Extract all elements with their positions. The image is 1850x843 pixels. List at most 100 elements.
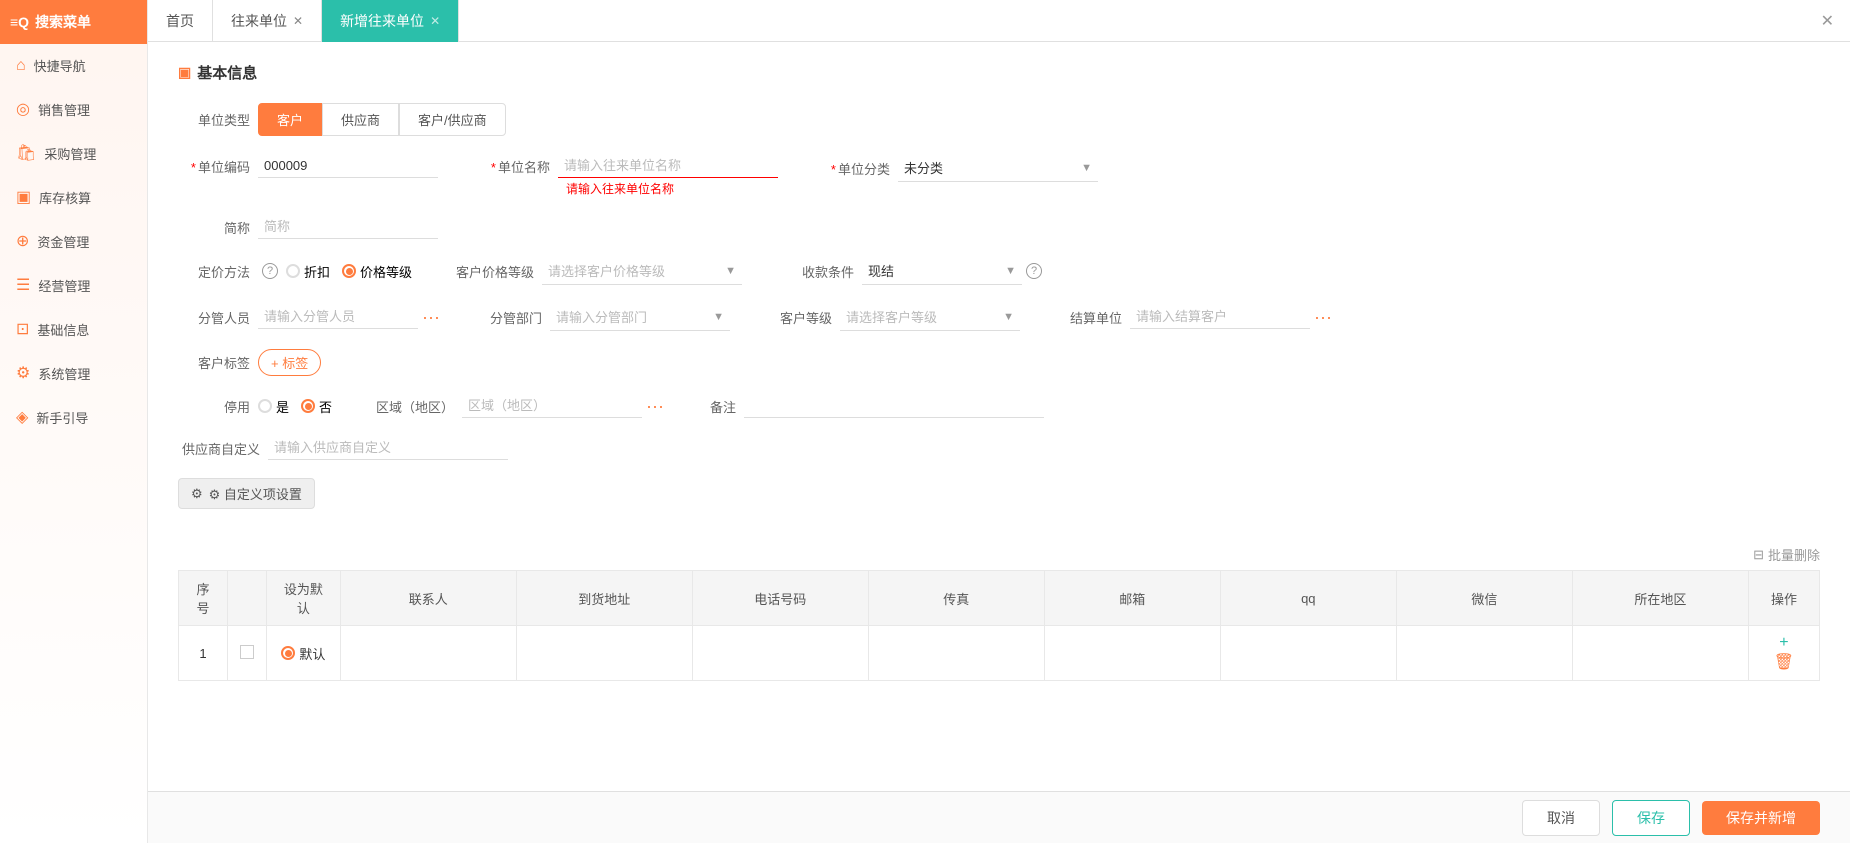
dropdown-arrow-icon2: ▼: [725, 265, 736, 277]
unit-type-row: 单位类型 客户 供应商 客户/供应商: [178, 103, 1820, 136]
pricing-radio-group: 折扣 价格等级: [286, 262, 412, 281]
disabled-no-radio[interactable]: [301, 399, 315, 413]
sidebar-search-label: 搜索菜单: [35, 12, 91, 32]
sidebar-item-label: 采购管理: [44, 144, 96, 163]
row-address: [516, 626, 692, 681]
section-icon: ▣: [178, 64, 191, 81]
supplier-custom-input[interactable]: [268, 436, 508, 460]
sidebar-item-quick-nav[interactable]: ⌂ 快捷导航: [0, 44, 147, 87]
sidebar-search[interactable]: ≡Q 搜索菜单: [0, 0, 147, 44]
row-wechat-input[interactable]: [1409, 646, 1560, 661]
row-address-input[interactable]: [529, 646, 680, 661]
dropdown-arrow-icon5: ▼: [1003, 311, 1014, 323]
customer-price-level-select[interactable]: 请选择客户价格等级 ▼: [542, 257, 742, 285]
custom-settings-label: ⚙ 自定义项设置: [209, 484, 302, 503]
unit-name-input[interactable]: [558, 154, 778, 178]
disabled-no[interactable]: 否: [301, 397, 332, 416]
row-region-input[interactable]: [1585, 646, 1736, 661]
contact-table-section: ⊟ 批量删除 序号 设为默认 联系人 到货地址 电话号码 传真 邮箱 qq: [178, 545, 1820, 681]
row-contact-input[interactable]: [353, 646, 504, 661]
row-phone-input[interactable]: [705, 646, 856, 661]
pricing-discount[interactable]: 折扣: [286, 262, 330, 281]
unit-category-select[interactable]: 未分类 ▼: [898, 154, 1098, 182]
row-qq-input[interactable]: [1233, 646, 1384, 661]
disabled-yes-radio[interactable]: [258, 399, 272, 413]
sidebar-item-label: 库存核算: [39, 188, 91, 207]
payment-help-icon[interactable]: ?: [1026, 263, 1042, 279]
form-content: ▣ 基本信息 单位类型 客户 供应商 客户/供应商 单位编码 单位名称: [148, 42, 1850, 791]
row-default-radio[interactable]: [281, 646, 295, 660]
dropdown-arrow-icon3: ▼: [1005, 265, 1016, 277]
row-contact: [340, 626, 516, 681]
row-add-button[interactable]: +: [1775, 634, 1792, 652]
unit-type-both[interactable]: 客户/供应商: [399, 103, 506, 136]
settlement-unit-input[interactable]: [1130, 305, 1310, 329]
payment-terms-label: 收款条件: [782, 262, 862, 281]
short-name-input[interactable]: [258, 215, 438, 239]
payment-terms-select[interactable]: 现结 ▼: [862, 257, 1022, 285]
tab-contacts[interactable]: 往来单位 ✕: [213, 0, 322, 42]
region-more-icon[interactable]: ···: [646, 396, 664, 417]
sidebar-item-label: 系统管理: [38, 364, 90, 383]
pricing-help-icon[interactable]: ?: [262, 263, 278, 279]
customer-price-level-placeholder: 请选择客户价格等级: [548, 261, 665, 280]
batch-delete-button[interactable]: ⊟ 批量删除: [1753, 545, 1820, 564]
tab-new-contact[interactable]: 新增往来单位 ✕: [322, 0, 459, 42]
row-checkbox[interactable]: [240, 645, 254, 659]
home-icon: ⌂: [16, 57, 26, 75]
dropdown-arrow-icon4: ▼: [713, 311, 724, 323]
row-delete-button[interactable]: 🗑: [1770, 652, 1798, 672]
manager-input[interactable]: [258, 305, 418, 329]
doc-icon: ☰: [16, 275, 30, 295]
discount-radio[interactable]: [286, 264, 300, 278]
sidebar-item-sales[interactable]: ◎ 销售管理: [0, 87, 147, 131]
sidebar-item-basic-info[interactable]: ⊡ 基础信息: [0, 307, 147, 351]
disabled-yes[interactable]: 是: [258, 397, 289, 416]
close-all-tabs[interactable]: ✕: [1805, 11, 1850, 31]
unit-type-supplier[interactable]: 供应商: [322, 103, 399, 136]
save-new-button[interactable]: 保存并新增: [1702, 801, 1820, 835]
manager-more-icon[interactable]: ···: [422, 307, 440, 328]
customer-level-label: 客户等级: [770, 308, 840, 327]
save-button[interactable]: 保存: [1612, 800, 1690, 836]
table-header-row: 序号 设为默认 联系人 到货地址 电话号码 传真 邮箱 qq 微信 所在地区 操…: [179, 571, 1820, 626]
cancel-button[interactable]: 取消: [1522, 800, 1600, 836]
bag-icon: 🛍: [16, 143, 36, 163]
col-region: 所在地区: [1572, 571, 1748, 626]
unit-info-row: 单位编码 单位名称 请输入往来单位名称 单位分类 未分类 ▼: [178, 154, 1820, 197]
region-input[interactable]: [462, 394, 642, 418]
sidebar-item-guide[interactable]: ◈ 新手引导: [0, 395, 147, 439]
row-checkbox-cell: [228, 626, 267, 681]
manager-label: 分管人员: [178, 308, 258, 327]
dropdown-arrow-icon: ▼: [1081, 162, 1092, 174]
unit-code-label: 单位编码: [178, 157, 258, 176]
short-name-row: 简称: [178, 215, 1820, 239]
row-qq: [1220, 626, 1396, 681]
sidebar-item-label: 经营管理: [38, 276, 90, 295]
tab-new-contact-close[interactable]: ✕: [430, 14, 440, 28]
sidebar-item-operations[interactable]: ☰ 经营管理: [0, 263, 147, 307]
settings-icon: ⚙: [191, 486, 203, 502]
sidebar-item-purchase[interactable]: 🛍 采购管理: [0, 131, 147, 175]
col-address: 到货地址: [516, 571, 692, 626]
customer-level-select[interactable]: 请选择客户等级 ▼: [840, 303, 1020, 331]
pricing-price-level[interactable]: 价格等级: [342, 262, 412, 281]
row-email-input[interactable]: [1057, 646, 1208, 661]
sidebar-item-inventory[interactable]: ▣ 库存核算: [0, 175, 147, 219]
department-placeholder: 请输入分管部门: [556, 307, 647, 326]
sidebar-item-finance[interactable]: ⊕ 资金管理: [0, 219, 147, 263]
tab-contacts-close[interactable]: ✕: [293, 14, 303, 28]
department-select[interactable]: 请输入分管部门 ▼: [550, 303, 730, 331]
tab-home[interactable]: 首页: [148, 0, 213, 42]
supplier-custom-row: 供应商自定义: [178, 436, 1820, 460]
remarks-input[interactable]: [744, 394, 1044, 418]
unit-type-customer[interactable]: 客户: [258, 103, 322, 136]
sidebar-item-system[interactable]: ⚙ 系统管理: [0, 351, 147, 395]
settlement-more-icon[interactable]: ···: [1314, 307, 1332, 328]
unit-code-input[interactable]: [258, 154, 438, 178]
custom-settings-button[interactable]: ⚙ ⚙ 自定义项设置: [178, 478, 315, 509]
disabled-no-label: 否: [319, 397, 332, 416]
row-fax-input[interactable]: [881, 646, 1032, 661]
add-tag-button[interactable]: + 标签: [258, 349, 321, 376]
price-level-radio[interactable]: [342, 264, 356, 278]
